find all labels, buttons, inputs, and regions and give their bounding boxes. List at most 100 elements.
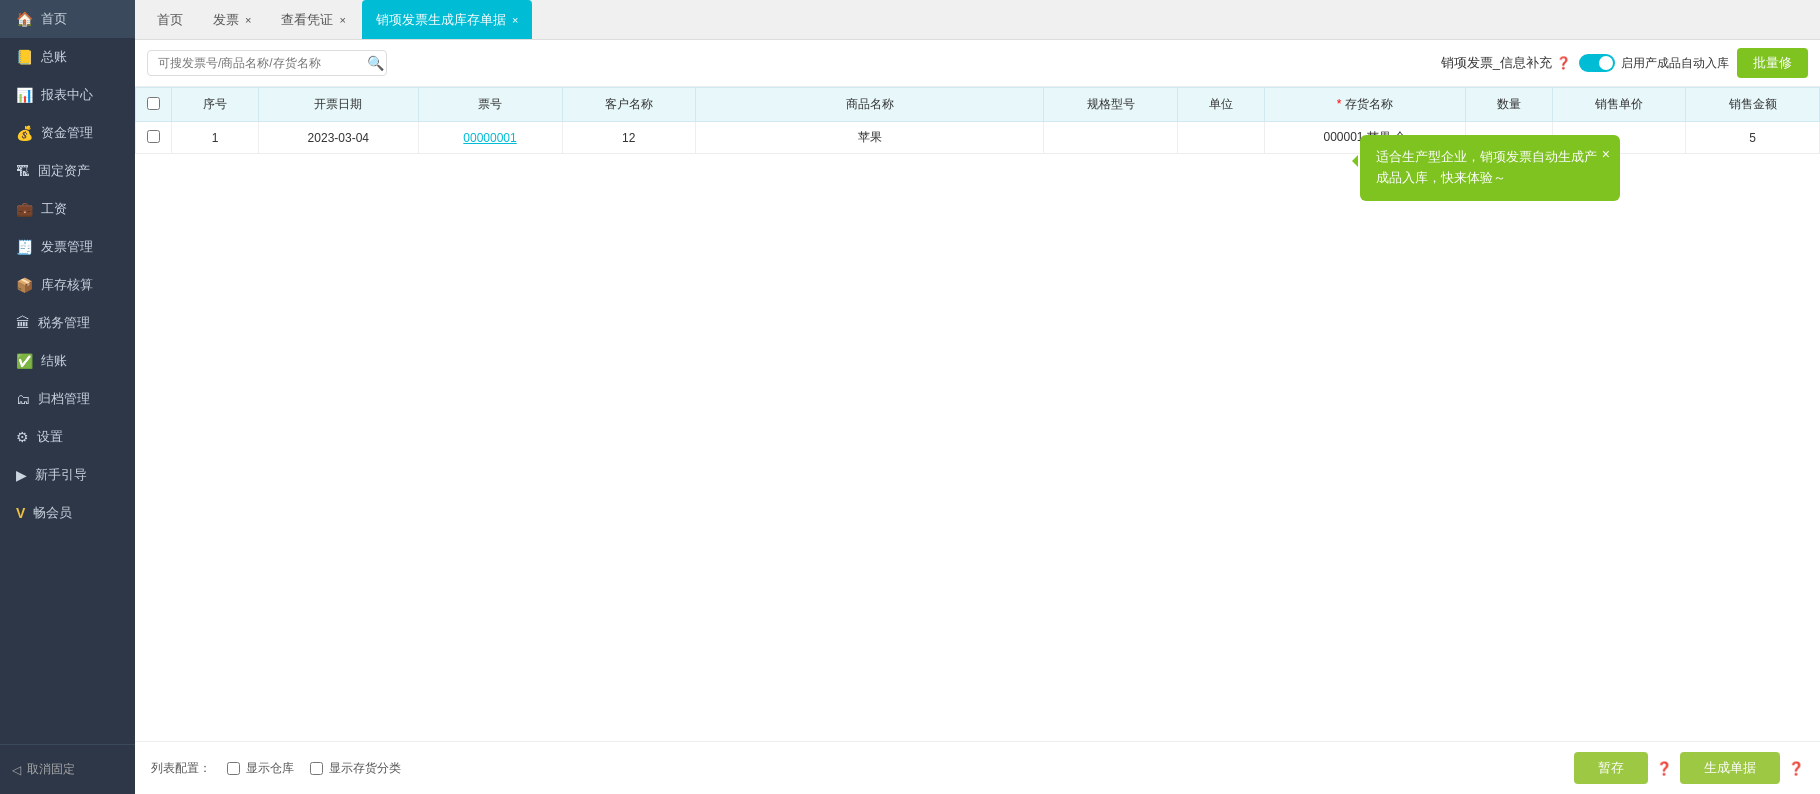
cancel-pin-action[interactable]: ◁ 取消固定 [0,753,135,786]
sidebar-item-archive[interactable]: 🗂 归档管理 [0,380,135,418]
show-category-checkbox[interactable] [310,762,323,775]
th-customer: 客户名称 [562,88,696,122]
th-amount: 销售金额 [1686,88,1820,122]
cell-seq: 1 [172,122,259,154]
toolbar-left: 🔍 [147,50,384,76]
sidebar-item-home[interactable]: 🏠 首页 [0,0,135,38]
sidebar-label-salary: 工资 [41,200,67,218]
sidebar-item-settings[interactable]: ⚙ 设置 [0,418,135,456]
tab-home-label: 首页 [157,11,183,29]
invoice-icon: 🧾 [16,239,33,255]
show-category-label: 显示存货分类 [329,760,401,777]
show-warehouse-label: 显示仓库 [246,760,294,777]
tab-voucher-label: 查看凭证 [281,11,333,29]
row-checkbox[interactable] [147,130,160,143]
info-label: 销项发票_信息补充 ❓ [1441,54,1571,72]
tooltip-close-button[interactable]: × [1602,143,1610,165]
sidebar-item-assets[interactable]: 🏗 固定资产 [0,152,135,190]
info-help-icon[interactable]: ❓ [1556,56,1571,70]
cell-product: 苹果 [696,122,1044,154]
sidebar-label-assets: 固定资产 [38,162,90,180]
toggle-label: 启用产成品自动入库 [1621,55,1729,72]
toggle-wrapper: 启用产成品自动入库 [1579,54,1729,72]
footer-right: 暂存 ❓ 生成单据 ❓ [1574,752,1804,784]
footer-left: 列表配置： 显示仓库 显示存货分类 [151,760,401,777]
search-button[interactable]: 🔍 [367,55,384,71]
sidebar-item-inventory[interactable]: 📦 库存核算 [0,266,135,304]
ticket-no-link[interactable]: 00000001 [463,131,516,145]
show-warehouse-group: 显示仓库 [227,760,294,777]
list-config-label: 列表配置： [151,760,211,777]
generate-help-icon[interactable]: ❓ [1788,761,1804,776]
sidebar-label-invoice: 发票管理 [41,238,93,256]
th-inventory: * 存货名称 [1265,88,1466,122]
sidebar-item-salary[interactable]: 💼 工资 [0,190,135,228]
sidebar-item-tax[interactable]: 🏛 税务管理 [0,304,135,342]
tab-voucher-close[interactable]: × [339,14,345,26]
sidebar-label-funds: 资金管理 [41,124,93,142]
assets-icon: 🏗 [16,163,30,179]
cell-unit [1177,122,1264,154]
tab-invoice-close[interactable]: × [245,14,251,26]
archive-icon: 🗂 [16,391,30,407]
auto-warehouse-toggle[interactable] [1579,54,1615,72]
sidebar-label-settings: 设置 [37,428,63,446]
sidebar-label-inventory: 库存核算 [41,276,93,294]
info-label-text: 销项发票_信息补充 [1441,54,1552,72]
sidebar-item-guide[interactable]: ▶ 新手引导 [0,456,135,494]
inventory-icon: 📦 [16,277,33,293]
batch-button[interactable]: 批量修 [1737,48,1808,78]
row-checkbox-td [136,122,172,154]
tab-home[interactable]: 首页 [143,0,197,39]
sidebar-item-ledger[interactable]: 📒 总账 [0,38,135,76]
sidebar-item-vip[interactable]: V 畅会员 [0,494,135,532]
funds-icon: 💰 [16,125,33,141]
sidebar-item-reports[interactable]: 📊 报表中心 [0,76,135,114]
th-unit: 单位 [1177,88,1264,122]
sidebar-label-archive: 归档管理 [38,390,90,408]
ledger-icon: 📒 [16,49,33,65]
sidebar-label-tax: 税务管理 [38,314,90,332]
sidebar-label-vip: 畅会员 [33,504,72,522]
tab-cancel-invoice[interactable]: 销项发票生成库存单据 × [362,0,532,39]
footer: 列表配置： 显示仓库 显示存货分类 暂存 ❓ 生成单据 ❓ [135,741,1820,794]
cell-ticket-no[interactable]: 00000001 [418,122,562,154]
toolbar-right: 销项发票_信息补充 ❓ 启用产成品自动入库 批量修 [1441,48,1808,78]
sidebar-label-home: 首页 [41,10,67,28]
th-product: 商品名称 [696,88,1044,122]
sidebar-label-settle: 结账 [41,352,67,370]
sidebar-label-guide: 新手引导 [35,466,87,484]
th-ticket-no: 票号 [418,88,562,122]
save-help-icon[interactable]: ❓ [1656,761,1672,776]
tab-voucher[interactable]: 查看凭证 × [267,0,359,39]
pin-icon: ◁ [12,763,21,777]
search-input[interactable] [147,50,387,76]
sidebar-label-ledger: 总账 [41,48,67,66]
th-model: 规格型号 [1044,88,1178,122]
salary-icon: 💼 [16,201,33,217]
tooltip-bubble: × 适合生产型企业，销项发票自动生成产成品入库，快来体验～ [1360,135,1620,201]
sidebar-label-reports: 报表中心 [41,86,93,104]
show-warehouse-checkbox[interactable] [227,762,240,775]
th-open-date: 开票日期 [259,88,418,122]
sidebar-item-settle[interactable]: ✅ 结账 [0,342,135,380]
tab-bar: 首页 发票 × 查看凭证 × 销项发票生成库存单据 × [135,0,1820,40]
select-all-checkbox[interactable] [147,97,160,110]
tax-icon: 🏛 [16,315,30,331]
main-content: 🔍 销项发票_信息补充 ❓ 启用产成品自动入库 批量修 [135,40,1820,794]
th-seq: 序号 [172,88,259,122]
tab-invoice-label: 发票 [213,11,239,29]
sidebar-bottom: ◁ 取消固定 [0,744,135,794]
settings-icon: ⚙ [16,429,29,445]
reports-icon: 📊 [16,87,33,103]
sidebar-item-funds[interactable]: 💰 资金管理 [0,114,135,152]
vip-icon: V [16,505,25,521]
tab-cancel-invoice-close[interactable]: × [512,14,518,26]
th-qty: 数量 [1465,88,1552,122]
tab-invoice[interactable]: 发票 × [199,0,265,39]
sidebar-item-invoice[interactable]: 🧾 发票管理 [0,228,135,266]
save-btn[interactable]: 暂存 [1574,752,1648,784]
table-header-row: 序号 开票日期 票号 客户名称 商品名称 规格型号 单位 * 存货名称 数量 销… [136,88,1820,122]
toolbar: 🔍 销项发票_信息补充 ❓ 启用产成品自动入库 批量修 [135,40,1820,87]
generate-btn[interactable]: 生成单据 [1680,752,1780,784]
